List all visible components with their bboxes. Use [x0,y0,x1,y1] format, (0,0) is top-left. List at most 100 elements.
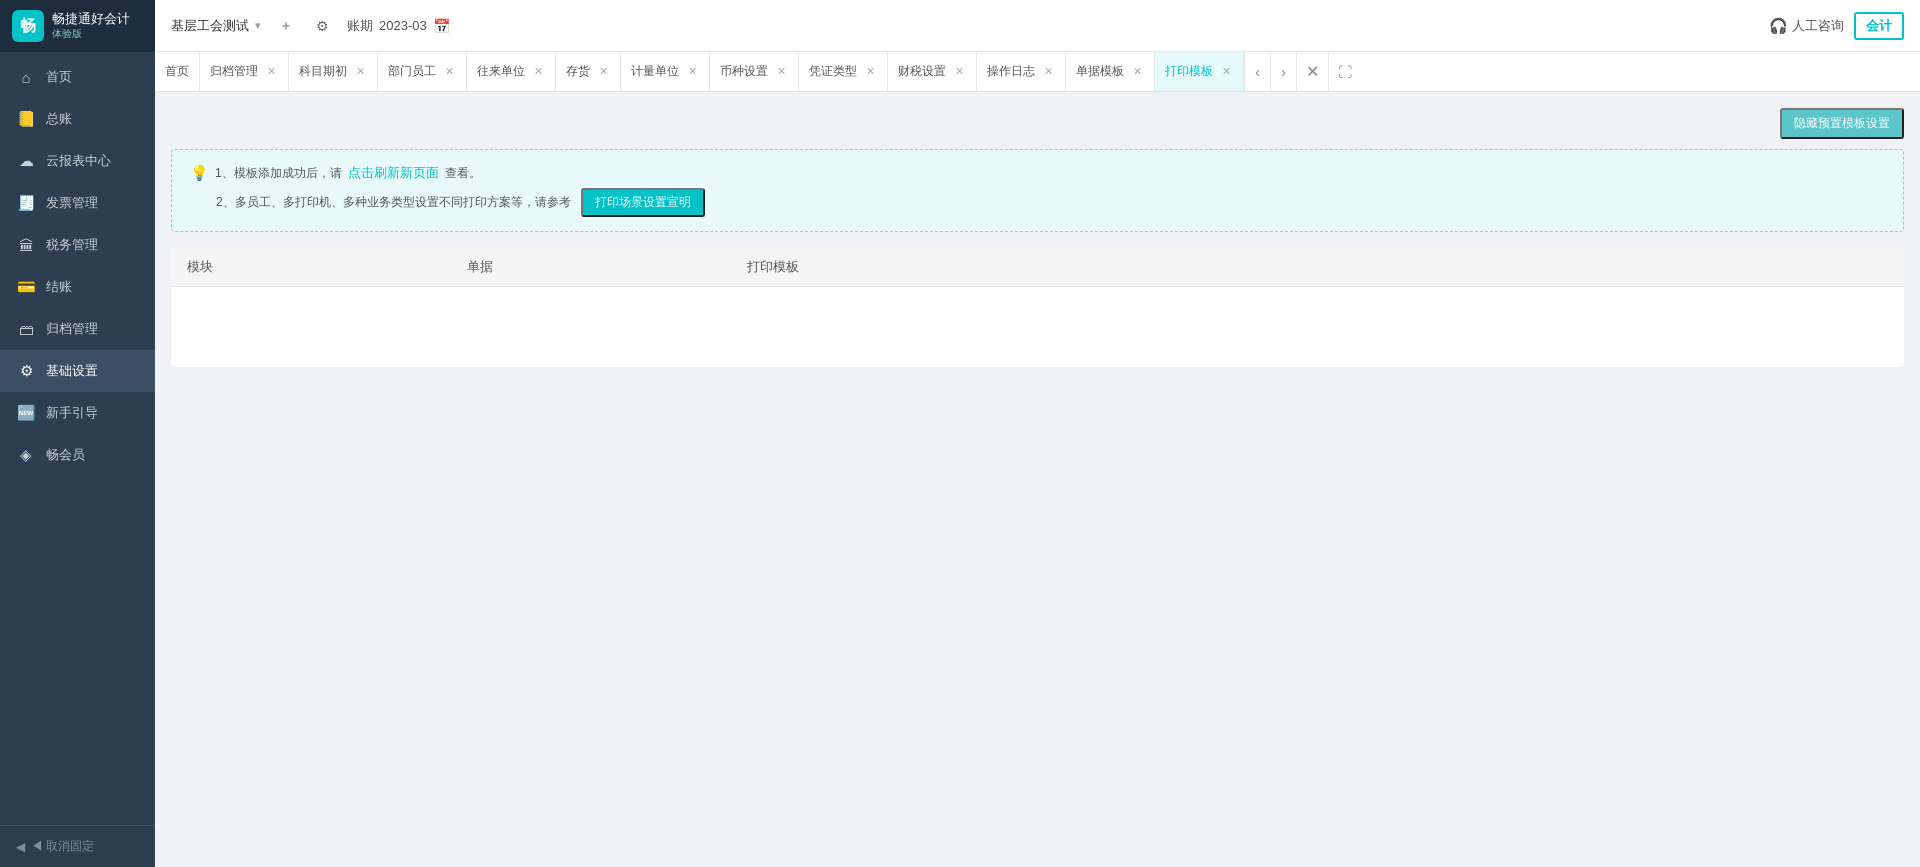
tab-dept-label: 部门员工 [388,63,436,80]
tab-stock-close[interactable]: ✕ [596,65,610,79]
main-content: 隐藏预置模板设置 💡 1、模板添加成功后，请 点击刷新新页面 查看。 2、多员工… [155,92,1920,867]
table-body [171,287,1904,367]
sidebar-item-settings[interactable]: ⚙ 基础设置 [0,350,155,392]
sidebar-item-home[interactable]: ⌂ 首页 [0,56,155,98]
info-row-1: 💡 1、模板添加成功后，请 点击刷新新页面 查看。 [190,164,1885,182]
tab-voucher[interactable]: 凭证类型 ✕ [799,52,888,91]
sidebar-item-tax[interactable]: 🏛 税务管理 [0,224,155,266]
tab-print[interactable]: 打印模板 ✕ [1155,52,1244,91]
col-template-header: 打印模板 [747,258,1888,276]
topbar: 基层工会测试 ▾ ＋ ⚙ 账期 2023-03 📅 🎧 人工咨询 会计 [155,0,1920,52]
sidebar-item-invoice[interactable]: 🧾 发票管理 [0,182,155,224]
tab-currency[interactable]: 币种设置 ✕ [710,52,799,91]
tab-finance-label: 财税设置 [898,63,946,80]
info-text-1-suffix: 查看。 [445,165,481,182]
service-button[interactable]: 🎧 人工咨询 [1769,17,1844,35]
logo-text: 畅捷通好会计 体验版 [52,11,130,42]
tab-print-close[interactable]: ✕ [1219,65,1233,79]
tab-subject[interactable]: 科目期初 ✕ [289,52,378,91]
app-logo: 畅 畅捷通好会计 体验版 [0,0,155,52]
tab-currency-close[interactable]: ✕ [774,65,788,79]
tab-oplog-label: 操作日志 [987,63,1035,80]
tab-contact-label: 往来单位 [477,63,525,80]
company-selector[interactable]: 基层工会测试 ▾ [171,17,261,35]
calendar-icon[interactable]: 📅 [433,18,450,34]
tab-unit-label: 计量单位 [631,63,679,80]
sidebar-label-invoice: 发票管理 [46,194,98,212]
unpin-button[interactable]: ◀ ◀ 取消固定 [0,825,155,867]
tab-single[interactable]: 单据模板 ✕ [1066,52,1155,91]
logo-title: 畅捷通好会计 [52,11,130,28]
sidebar: 畅 畅捷通好会计 体验版 ⌂ 首页 📒 总账 ☁ 云报表中心 🧾 发票管理 🏛 … [0,0,155,867]
headset-icon: 🎧 [1769,17,1788,35]
tab-voucher-label: 凭证类型 [809,63,857,80]
tab-single-close[interactable]: ✕ [1130,65,1144,79]
tab-oplog-close[interactable]: ✕ [1041,65,1055,79]
sidebar-label-settings: 基础设置 [46,362,98,380]
tab-voucher-close[interactable]: ✕ [863,65,877,79]
guide-icon: 🆕 [16,404,36,422]
add-tab-button[interactable]: ＋ [273,13,299,39]
sidebar-label-ledger: 总账 [46,110,72,128]
sidebar-item-archive[interactable]: 🗃 归档管理 [0,308,155,350]
sidebar-item-checkout[interactable]: 💳 结账 [0,266,155,308]
sidebar-label-reports: 云报表中心 [46,152,111,170]
sidebar-item-member[interactable]: ◈ 畅会员 [0,434,155,476]
tab-currency-label: 币种设置 [720,63,768,80]
topbar-right: 🎧 人工咨询 会计 [1769,12,1904,40]
info-text-1-prefix: 1、模板添加成功后，请 [215,165,342,182]
hide-template-area: 隐藏预置模板设置 [171,108,1904,139]
tab-unit[interactable]: 计量单位 ✕ [621,52,710,91]
tab-close-all-button[interactable]: ✕ [1296,52,1328,91]
sidebar-label-checkout: 结账 [46,278,72,296]
info-box: 💡 1、模板添加成功后，请 点击刷新新页面 查看。 2、多员工、多打印机、多种业… [171,149,1904,232]
col-module-header: 模块 [187,258,467,276]
hide-template-button[interactable]: 隐藏预置模板设置 [1780,108,1904,139]
sidebar-item-reports[interactable]: ☁ 云报表中心 [0,140,155,182]
tabbar: 首页 归档管理 ✕ 科目期初 ✕ 部门员工 ✕ 往来单位 ✕ 存货 ✕ 计量单位… [155,52,1920,92]
period-label: 账期 [347,17,373,35]
tab-dept-close[interactable]: ✕ [442,65,456,79]
tab-archive-label: 归档管理 [210,63,258,80]
print-scene-button[interactable]: 打印场景设置宣明 [581,188,705,217]
company-name: 基层工会测试 [171,17,249,35]
company-chevron-icon: ▾ [255,19,261,32]
refresh-link[interactable]: 点击刷新新页面 [348,164,439,182]
tab-unit-close[interactable]: ✕ [685,65,699,79]
tab-finance-close[interactable]: ✕ [952,65,966,79]
period-display: 账期 2023-03 📅 [347,17,450,35]
topbar-actions: ＋ ⚙ [273,13,335,39]
logo-subtitle: 体验版 [52,27,130,41]
accountant-button[interactable]: 会计 [1854,12,1904,40]
sidebar-menu: ⌂ 首页 📒 总账 ☁ 云报表中心 🧾 发票管理 🏛 税务管理 💳 结账 🗃 归… [0,52,155,825]
logo-icon: 畅 [12,10,44,42]
tab-expand-button[interactable]: ⛶ [1328,52,1360,91]
tab-stock[interactable]: 存货 ✕ [556,52,621,91]
tab-contact-close[interactable]: ✕ [531,65,545,79]
tab-archive-close[interactable]: ✕ [264,65,278,79]
tab-print-label: 打印模板 [1165,63,1213,80]
tab-subject-close[interactable]: ✕ [353,65,367,79]
member-icon: ◈ [16,446,36,464]
tab-dept[interactable]: 部门员工 ✕ [378,52,467,91]
tab-oplog[interactable]: 操作日志 ✕ [977,52,1066,91]
sidebar-label-tax: 税务管理 [46,236,98,254]
ledger-icon: 📒 [16,110,36,128]
tab-home[interactable]: 首页 [155,52,200,91]
tab-contact[interactable]: 往来单位 ✕ [467,52,556,91]
info-text-2-prefix: 2、多员工、多打印机、多种业务类型设置不同打印方案等，请参考 [216,194,571,211]
tab-next-button[interactable]: › [1270,52,1296,91]
home-icon: ⌂ [16,69,36,86]
bulb-icon: 💡 [190,164,209,182]
service-label: 人工咨询 [1792,17,1844,35]
sidebar-item-ledger[interactable]: 📒 总账 [0,98,155,140]
invoice-icon: 🧾 [16,194,36,212]
settings-icon: ⚙ [16,362,36,380]
sidebar-label-member: 畅会员 [46,446,85,464]
tab-prev-button[interactable]: ‹ [1244,52,1270,91]
tab-single-label: 单据模板 [1076,63,1124,80]
sidebar-item-guide[interactable]: 🆕 新手引导 [0,392,155,434]
settings-gear-button[interactable]: ⚙ [309,13,335,39]
tab-finance[interactable]: 财税设置 ✕ [888,52,977,91]
tab-archive[interactable]: 归档管理 ✕ [200,52,289,91]
